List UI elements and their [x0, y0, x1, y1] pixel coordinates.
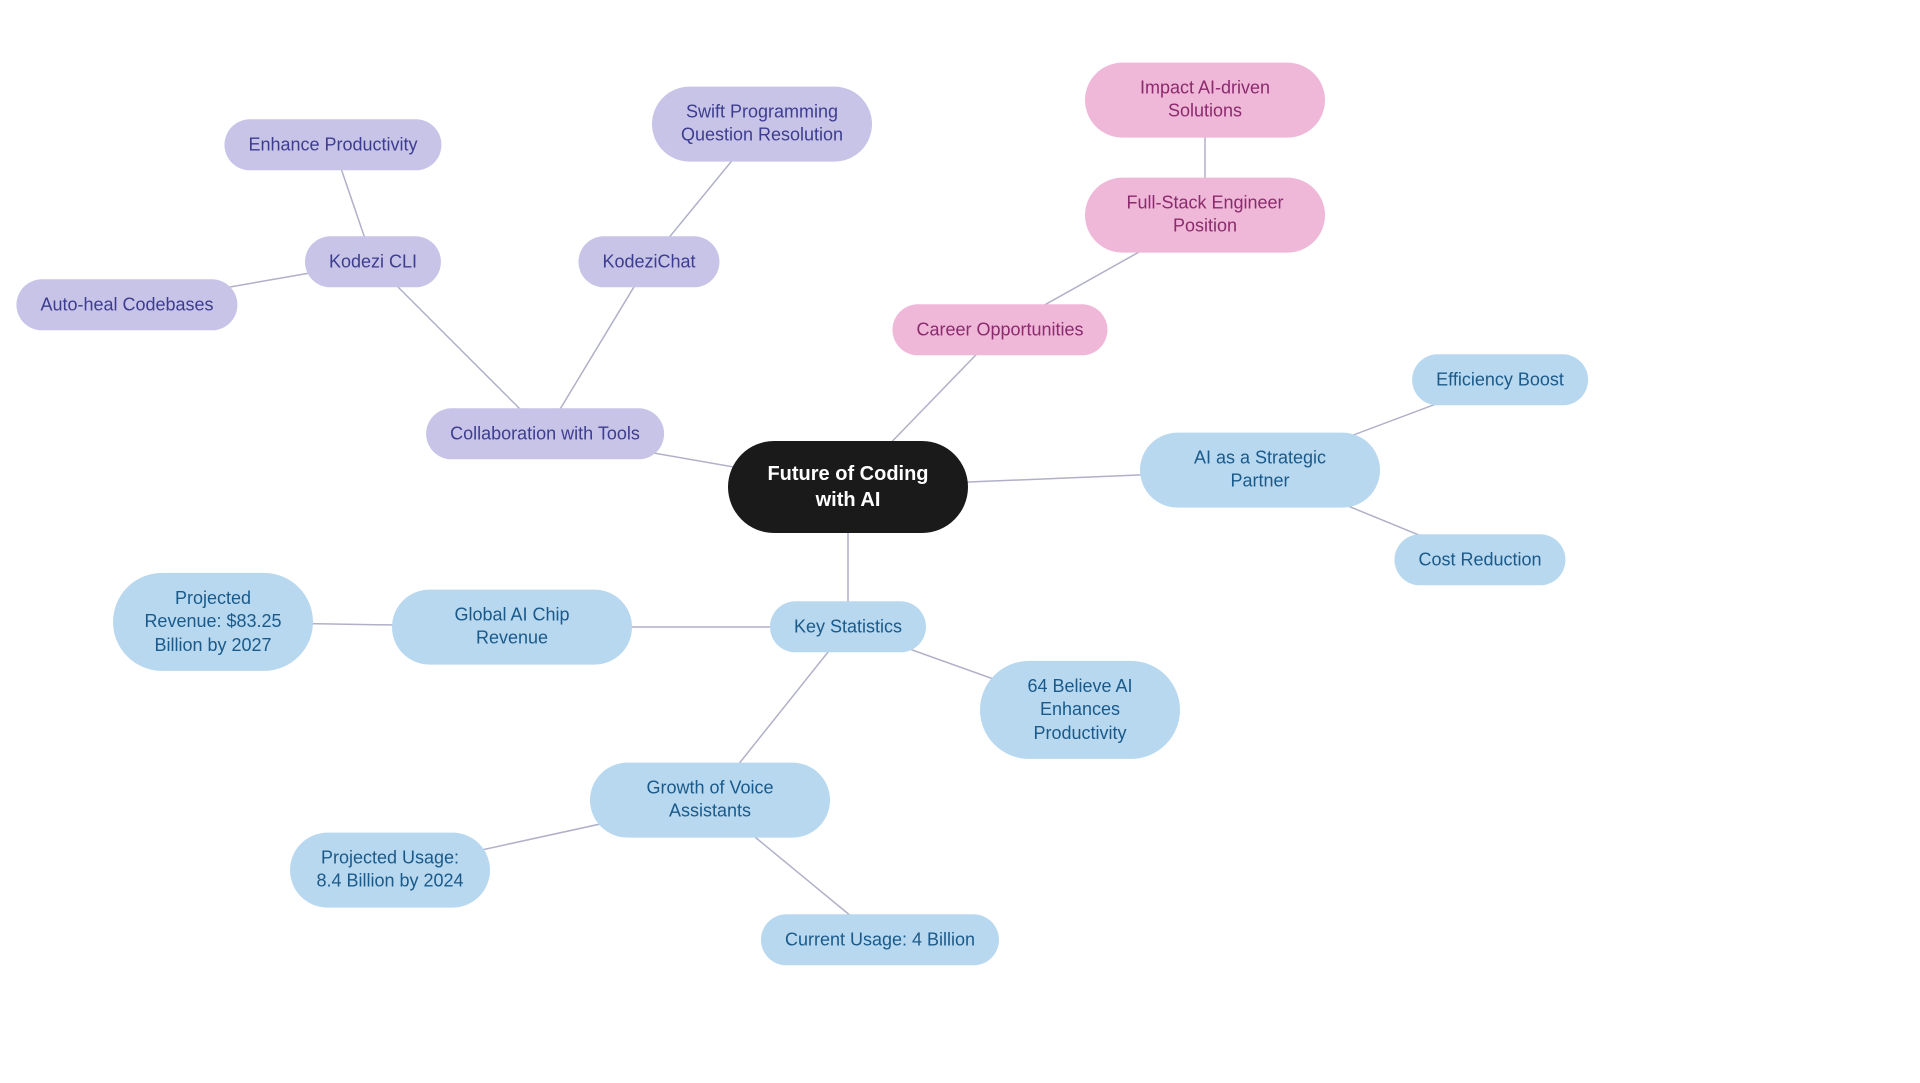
- node-keyStatistics: Key Statistics: [770, 601, 926, 652]
- node-globalAIChipRevenue: Global AI Chip Revenue: [392, 590, 632, 665]
- node-currentUsage: Current Usage: 4 Billion: [761, 914, 999, 965]
- node-aiStrategicPartner: AI as a Strategic Partner: [1140, 433, 1380, 508]
- node-impactAIDriven: Impact AI-driven Solutions: [1085, 63, 1325, 138]
- node-projectedUsage: Projected Usage: 8.4 Billion by 2024: [290, 833, 490, 908]
- node-projectedRevenue: Projected Revenue: $83.25 Billion by 202…: [113, 573, 313, 671]
- node-growthVoiceAssistants: Growth of Voice Assistants: [590, 763, 830, 838]
- mind-map: Future of Coding with AI Collaboration wi…: [0, 0, 1920, 1083]
- node-swiftProgramming: Swift Programming Question Resolution: [652, 87, 872, 162]
- node-enhanceProductivity: Enhance Productivity: [224, 119, 441, 170]
- node-efficiencyBoost: Efficiency Boost: [1412, 354, 1588, 405]
- node-careerOpportunities: Career Opportunities: [892, 304, 1107, 355]
- node-kodeziChat: KodeziChat: [578, 236, 719, 287]
- node-costReduction: Cost Reduction: [1394, 534, 1565, 585]
- node-fullStackEngineer: Full-Stack Engineer Position: [1085, 178, 1325, 253]
- node-center: Future of Coding with AI: [728, 441, 968, 533]
- node-autohealCodebases: Auto-heal Codebases: [16, 279, 237, 330]
- node-kodeziCLI: Kodezi CLI: [305, 236, 441, 287]
- node-believeAIEnhances: 64 Believe AI Enhances Productivity: [980, 661, 1180, 759]
- node-collaborationWithTools: Collaboration with Tools: [426, 408, 664, 459]
